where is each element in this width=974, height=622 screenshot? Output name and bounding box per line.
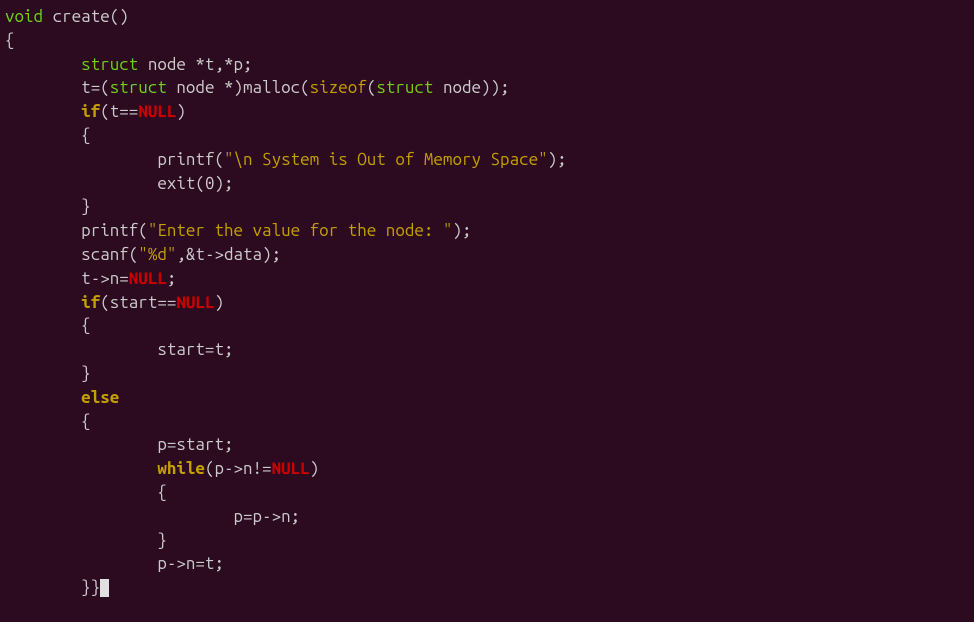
keyword-sizeof: sizeof <box>310 78 367 97</box>
code-text: ,&t->data); <box>176 245 281 264</box>
code-text: ) <box>214 293 224 312</box>
cursor-icon <box>100 579 109 597</box>
code-line: if(start==NULL) <box>5 293 224 312</box>
null-literal: NULL <box>129 269 167 288</box>
code-line: }} <box>5 578 109 597</box>
code-line: start=t; <box>5 340 234 359</box>
code-line: p=p->n; <box>5 507 300 526</box>
code-line: } <box>5 531 167 550</box>
code-line: p->n=t; <box>5 554 224 573</box>
code-text: node)); <box>433 78 509 97</box>
code-text: start=t; <box>157 340 233 359</box>
code-text: printf( <box>81 221 148 240</box>
code-text: ; <box>167 269 177 288</box>
brace-close: } <box>81 197 91 216</box>
code-line: p=start; <box>5 435 234 454</box>
code-text: ); <box>452 221 471 240</box>
code-text: ); <box>548 150 567 169</box>
code-line: t->n=NULL; <box>5 269 176 288</box>
string-literal: "\n System is Out of Memory Space" <box>224 150 548 169</box>
code-text: p->n=t; <box>157 554 224 573</box>
string-literal: "Enter the value for the node: " <box>148 221 453 240</box>
string-literal: "%d" <box>138 245 176 264</box>
keyword-else: else <box>81 388 119 407</box>
keyword-if: if <box>81 102 100 121</box>
code-line: void create() <box>5 7 129 26</box>
code-line: { <box>5 316 91 335</box>
code-line: else <box>5 388 119 407</box>
null-literal: NULL <box>176 293 214 312</box>
keyword-void: void <box>5 7 43 26</box>
code-line: struct node *t,*p; <box>5 55 253 74</box>
code-text: ); <box>214 174 233 193</box>
code-editor[interactable]: void create() { struct node *t,*p; t=(st… <box>5 5 969 600</box>
code-text: node *)malloc( <box>167 78 310 97</box>
function-name: create() <box>43 7 129 26</box>
code-text: (t== <box>100 102 138 121</box>
brace-open: { <box>81 126 91 145</box>
code-text: p=start; <box>157 435 233 454</box>
code-line: printf("Enter the value for the node: ")… <box>5 221 472 240</box>
brace-close: }} <box>81 578 100 597</box>
brace-open: { <box>81 316 91 335</box>
brace-close: } <box>157 531 167 550</box>
brace-open: { <box>81 412 91 431</box>
code-line: while(p->n!=NULL) <box>5 459 319 478</box>
code-line: } <box>5 364 91 383</box>
code-text: ( <box>367 78 377 97</box>
code-text: exit( <box>157 174 205 193</box>
code-text: p=p->n; <box>233 507 300 526</box>
code-text: (p->n!= <box>205 459 272 478</box>
code-line: t=(struct node *)malloc(sizeof(struct no… <box>5 78 510 97</box>
code-line: exit(0); <box>5 174 234 193</box>
keyword-struct: struct <box>81 55 138 74</box>
code-text: ) <box>310 459 320 478</box>
code-line: scanf("%d",&t->data); <box>5 245 281 264</box>
code-text: scanf( <box>81 245 138 264</box>
brace-close: } <box>81 364 91 383</box>
code-line: printf("\n System is Out of Memory Space… <box>5 150 567 169</box>
keyword-while: while <box>157 459 205 478</box>
code-line: { <box>5 126 91 145</box>
brace-open: { <box>157 483 167 502</box>
code-line: if(t==NULL) <box>5 102 186 121</box>
code-text: ) <box>176 102 186 121</box>
null-literal: NULL <box>272 459 310 478</box>
keyword-struct: struct <box>110 78 167 97</box>
code-text: t->n= <box>81 269 129 288</box>
declaration: node *t,*p; <box>138 55 252 74</box>
code-text: t=( <box>81 78 110 97</box>
code-text: (start== <box>100 293 176 312</box>
null-literal: NULL <box>138 102 176 121</box>
code-text: printf( <box>157 150 224 169</box>
code-line: { <box>5 412 91 431</box>
keyword-if: if <box>81 293 100 312</box>
keyword-struct: struct <box>376 78 433 97</box>
brace-open: { <box>5 31 15 50</box>
code-line: { <box>5 483 167 502</box>
code-line: } <box>5 197 91 216</box>
